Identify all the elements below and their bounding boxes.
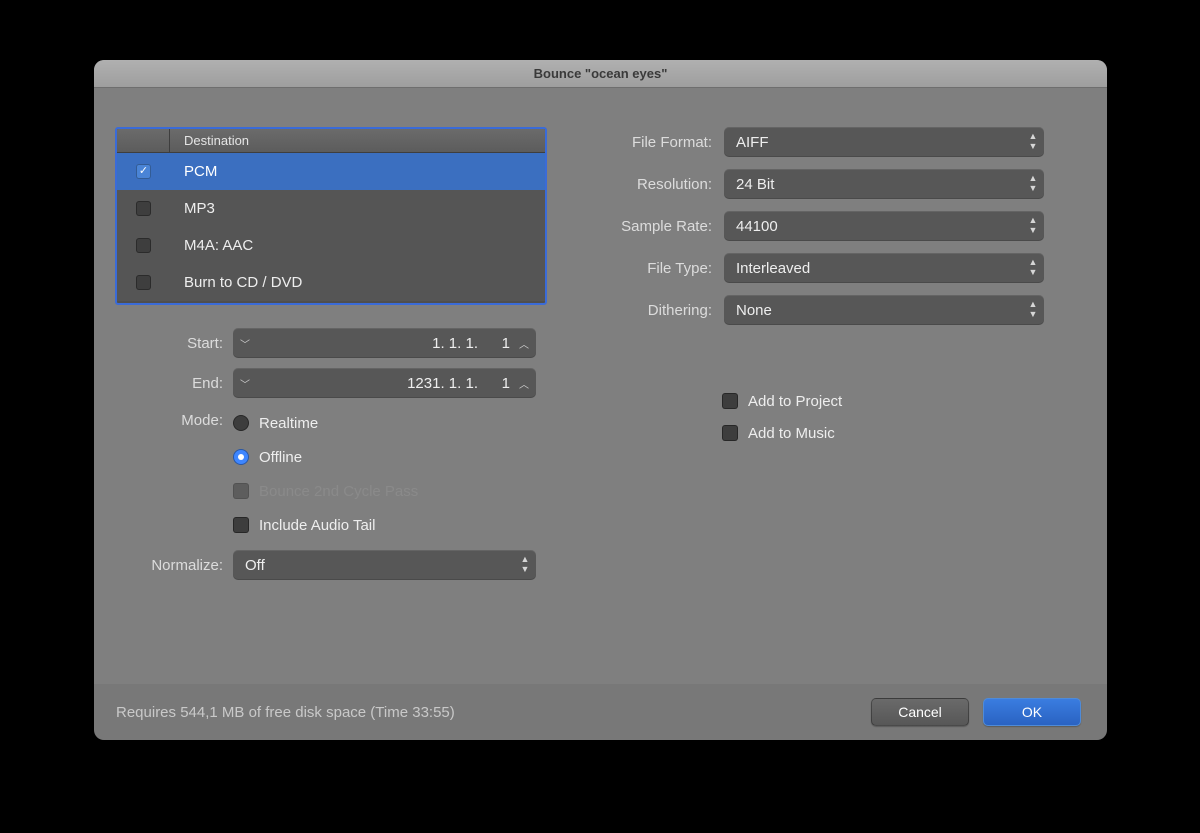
- add-to-project-row[interactable]: Add to Project: [722, 385, 1054, 417]
- bounce-2nd-cycle-row: Bounce 2nd Cycle Pass: [233, 476, 418, 506]
- checkbox-add-project[interactable]: [722, 393, 738, 409]
- destination-row-m4a[interactable]: M4A: AAC: [117, 227, 545, 264]
- resolution-label: Resolution:: [584, 176, 724, 193]
- sample-rate-dropdown[interactable]: 44100 ▲▼: [724, 211, 1044, 241]
- updown-icon: ▲▼: [514, 555, 536, 575]
- start-sub[interactable]: 1: [484, 335, 512, 352]
- resolution-dropdown[interactable]: 24 Bit ▲▼: [724, 169, 1044, 199]
- destination-label-m4a: M4A: AAC: [170, 237, 253, 254]
- destination-label-pcm: PCM: [170, 163, 217, 180]
- audio-tail-label: Include Audio Tail: [259, 517, 375, 534]
- chevron-down-icon[interactable]: ﹀: [233, 336, 257, 351]
- sample-rate-label: Sample Rate:: [584, 218, 724, 235]
- mode-offline-label: Offline: [259, 449, 302, 466]
- checkbox-mp3[interactable]: [136, 201, 151, 216]
- checkbox-pcm[interactable]: ✓: [136, 164, 151, 179]
- titlebar: Bounce "ocean eyes": [94, 60, 1107, 88]
- destination-header-label: Destination: [170, 133, 249, 148]
- file-type-value: Interleaved: [724, 260, 1022, 277]
- footer: Requires 544,1 MB of free disk space (Ti…: [94, 684, 1107, 740]
- status-text: Requires 544,1 MB of free disk space (Ti…: [94, 704, 871, 721]
- ok-button[interactable]: OK: [983, 698, 1081, 726]
- resolution-value: 24 Bit: [724, 176, 1022, 193]
- file-format-dropdown[interactable]: AIFF ▲▼: [724, 127, 1044, 157]
- normalize-value: Off: [233, 557, 514, 574]
- updown-icon: ▲▼: [1022, 174, 1044, 194]
- mode-realtime-row[interactable]: Realtime: [233, 408, 418, 438]
- destination-label-burn: Burn to CD / DVD: [170, 274, 302, 291]
- checkbox-burn[interactable]: [136, 275, 151, 290]
- end-sub[interactable]: 1: [484, 375, 512, 392]
- add-project-label: Add to Project: [748, 393, 842, 410]
- normalize-dropdown[interactable]: Off ▲▼: [233, 550, 536, 580]
- file-type-label: File Type:: [584, 260, 724, 277]
- mode-offline-row[interactable]: Offline: [233, 442, 418, 472]
- file-type-dropdown[interactable]: Interleaved ▲▼: [724, 253, 1044, 283]
- checkbox-audio-tail[interactable]: [233, 517, 249, 533]
- sample-rate-value: 44100: [724, 218, 1022, 235]
- destination-checkbox-column: [117, 129, 170, 152]
- right-form: File Format: AIFF ▲▼ Resolution: 24 Bit …: [584, 127, 1054, 449]
- bounce-dialog: Bounce "ocean eyes" Destination ✓ PCM MP…: [94, 60, 1107, 740]
- start-label: Start:: [115, 335, 233, 352]
- destination-table[interactable]: Destination ✓ PCM MP3 M4A: AAC Burn to C…: [115, 127, 547, 305]
- destination-row-burn[interactable]: Burn to CD / DVD: [117, 264, 545, 301]
- chevron-up-icon[interactable]: ︿: [512, 376, 536, 391]
- radio-offline[interactable]: [233, 449, 249, 465]
- bounce-2nd-label: Bounce 2nd Cycle Pass: [259, 483, 418, 500]
- dithering-value: None: [724, 302, 1022, 319]
- radio-realtime[interactable]: [233, 415, 249, 431]
- add-options: Add to Project Add to Music: [722, 385, 1054, 449]
- left-form: Start: ﹀ 1. 1. 1. 1 ︿ End: ﹀ 1231. 1. 1.…: [115, 328, 555, 590]
- start-stepper[interactable]: ﹀ 1. 1. 1. 1 ︿: [233, 328, 536, 358]
- checkbox-add-music[interactable]: [722, 425, 738, 441]
- file-format-value: AIFF: [724, 134, 1022, 151]
- cancel-button[interactable]: Cancel: [871, 698, 969, 726]
- end-value[interactable]: 1231. 1. 1.: [257, 375, 484, 392]
- dithering-label: Dithering:: [584, 302, 724, 319]
- mode-realtime-label: Realtime: [259, 415, 318, 432]
- include-audio-tail-row[interactable]: Include Audio Tail: [233, 510, 418, 540]
- chevron-down-icon[interactable]: ﹀: [233, 376, 257, 391]
- destination-label-mp3: MP3: [170, 200, 215, 217]
- updown-icon: ▲▼: [1022, 258, 1044, 278]
- end-label: End:: [115, 375, 233, 392]
- normalize-label: Normalize:: [115, 557, 233, 574]
- updown-icon: ▲▼: [1022, 300, 1044, 320]
- window-title: Bounce "ocean eyes": [534, 66, 668, 81]
- dialog-body: Destination ✓ PCM MP3 M4A: AAC Burn to C…: [94, 88, 1107, 740]
- end-stepper[interactable]: ﹀ 1231. 1. 1. 1 ︿: [233, 368, 536, 398]
- file-format-label: File Format:: [584, 134, 724, 151]
- checkbox-m4a[interactable]: [136, 238, 151, 253]
- destination-row-pcm[interactable]: ✓ PCM: [117, 153, 545, 190]
- add-music-label: Add to Music: [748, 425, 835, 442]
- dithering-dropdown[interactable]: None ▲▼: [724, 295, 1044, 325]
- start-value[interactable]: 1. 1. 1.: [257, 335, 484, 352]
- mode-label: Mode:: [115, 408, 233, 429]
- destination-row-mp3[interactable]: MP3: [117, 190, 545, 227]
- destination-header: Destination: [117, 129, 545, 153]
- add-to-music-row[interactable]: Add to Music: [722, 417, 1054, 449]
- checkbox-bounce-2nd: [233, 483, 249, 499]
- chevron-up-icon[interactable]: ︿: [512, 336, 536, 351]
- updown-icon: ▲▼: [1022, 216, 1044, 236]
- updown-icon: ▲▼: [1022, 132, 1044, 152]
